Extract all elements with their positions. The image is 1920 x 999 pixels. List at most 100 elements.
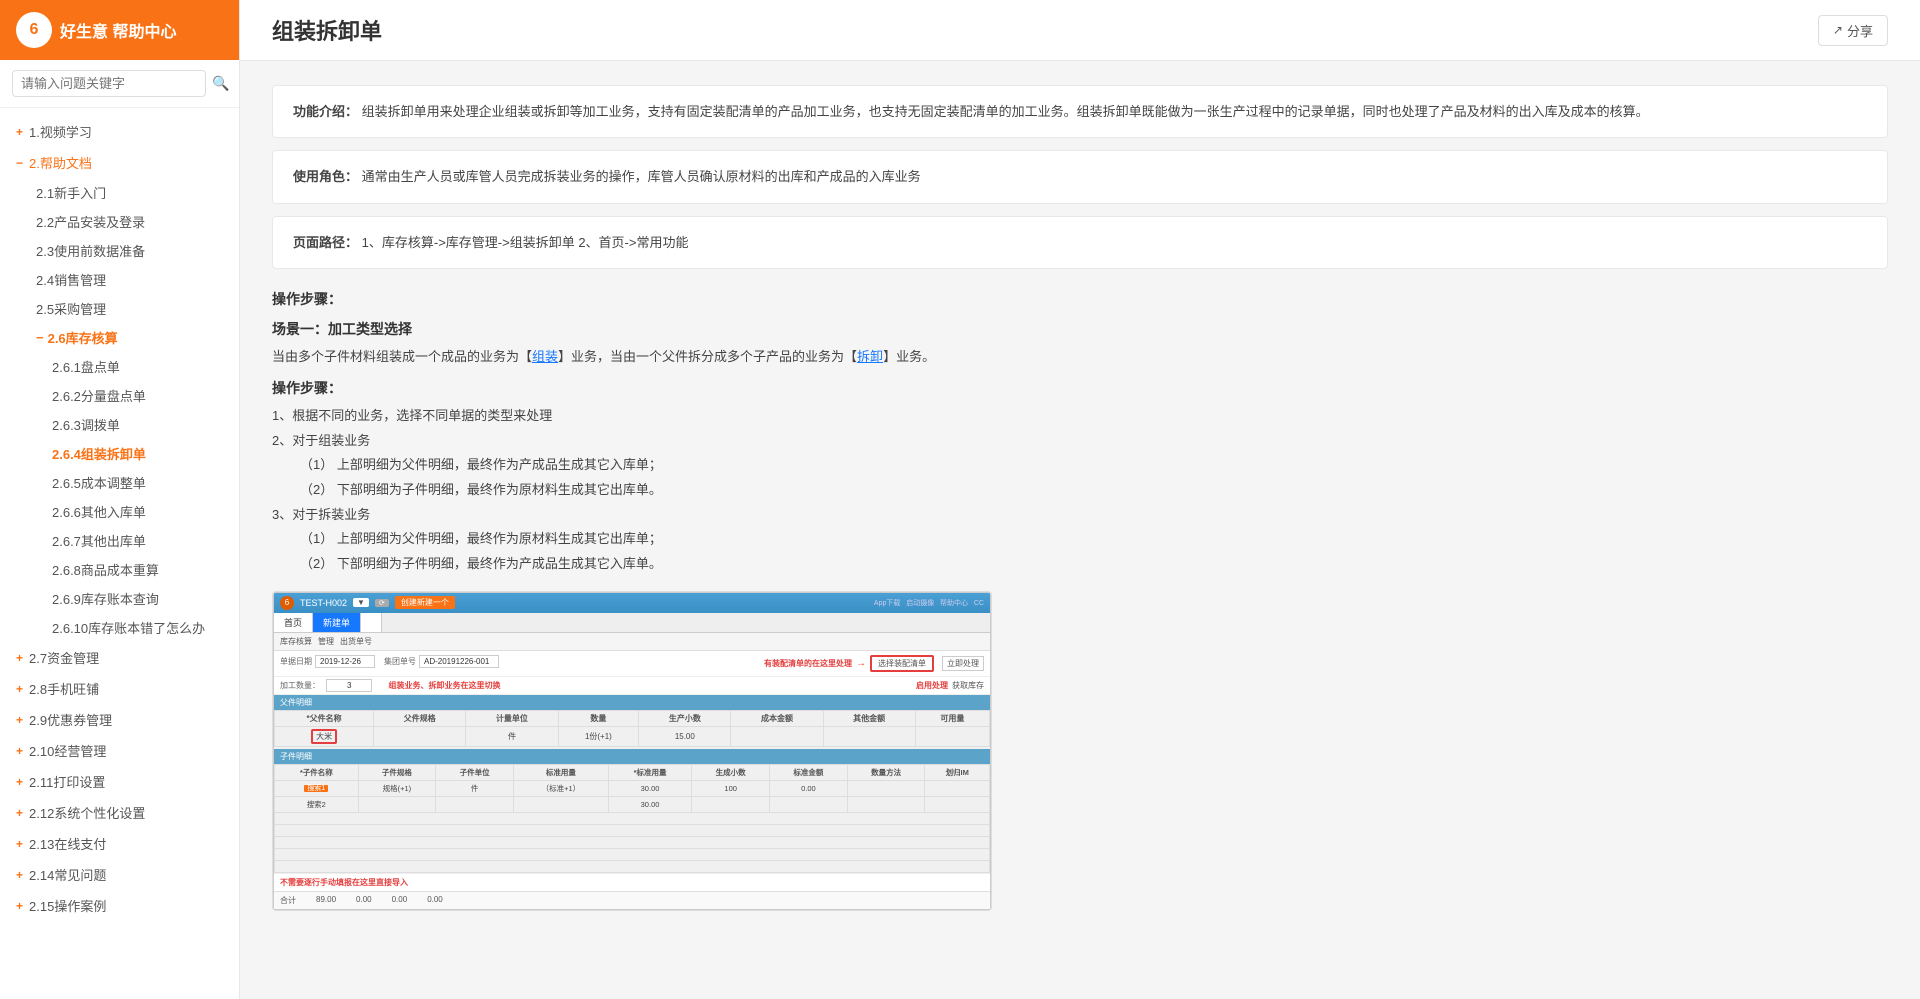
step-3-1: （1） 上部明细为父件明细，最终作为原材料生成其它出库单； [300, 527, 1888, 552]
sidebar-item-2-6-9[interactable]: 2.6.9库存账本查询 [0, 584, 239, 613]
mock-order-label: 集团单号 [384, 656, 416, 667]
mock-th-1-5: 生产小数 [639, 710, 731, 726]
mock-app-bar-right: App下载 启动摄像 帮助中心 CC [874, 598, 984, 608]
mock-td-2-1-8 [847, 780, 925, 796]
sidebar-item-2-3[interactable]: 2.3使用前数据准备 [0, 236, 239, 265]
expand-icon-2-7: + [16, 651, 23, 665]
share-button[interactable]: ↗ 分享 [1818, 15, 1888, 46]
sidebar-item-2-4[interactable]: 2.4销售管理 [0, 265, 239, 294]
sidebar-item-2-7[interactable]: + 2.7资金管理 [0, 642, 239, 673]
mock-logo: 6 [280, 596, 294, 610]
mock-td-2-1-4: （标准+1） [513, 780, 608, 796]
sidebar-item-2-13[interactable]: + 2.13在线支付 [0, 828, 239, 859]
sidebar-item-2-15[interactable]: + 2.15操作案例 [0, 890, 239, 921]
mock-table-row-2-5 [275, 836, 990, 848]
mock-th-2-7: 标准金额 [770, 764, 848, 780]
mock-td-2-2-9 [925, 796, 990, 812]
mock-tab-new[interactable]: 新建单 [313, 613, 361, 632]
expand-icon-2-9: + [16, 713, 23, 727]
sidebar-item-2-12[interactable]: + 2.12系统个性化设置 [0, 797, 239, 828]
sidebar-item-2-6[interactable]: − 2.6库存核算 [0, 323, 239, 352]
sidebar-item-2-6-10[interactable]: 2.6.10库存账本错了怎么办 [0, 613, 239, 642]
operation-title: 操作步骤： [272, 289, 1888, 309]
expand-icon-2-15: + [16, 899, 23, 913]
sidebar-item-2-9[interactable]: + 2.9优惠券管理 [0, 704, 239, 735]
mock-confirm-btn[interactable]: 立即处理 [942, 656, 984, 671]
sidebar-item-2-14[interactable]: + 2.14常见问题 [0, 859, 239, 890]
mock-tab-home[interactable]: 首页 [274, 613, 313, 632]
mock-td-1-1-7 [823, 726, 915, 746]
mock-td-1-1-4: 1份(+1) [558, 726, 639, 746]
mock-th-2-5: *标准用量 [608, 764, 692, 780]
nav-label-2-14: 2.14常见问题 [29, 865, 106, 884]
nav-label-1: 1.视频学习 [29, 122, 92, 141]
mock-td-2-2-1: 搜索2 [275, 796, 359, 812]
step-3-2: （2） 下部明细为子件明细，最终作为产成品生成其它入库单。 [300, 552, 1888, 577]
sidebar-item-2-8[interactable]: + 2.8手机旺铺 [0, 673, 239, 704]
mock-td-1-1-2 [374, 726, 466, 746]
mock-td-2-1-3: 件 [436, 780, 514, 796]
sidebar-item-2-6-8[interactable]: 2.6.8商品成本重算 [0, 555, 239, 584]
sidebar-item-2-6-3[interactable]: 2.6.3调拨单 [0, 410, 239, 439]
sidebar-header: 6 好生意 帮助中心 [0, 0, 239, 60]
link-disassemble[interactable]: 拆卸 [857, 349, 883, 364]
sidebar-item-2-6-5[interactable]: 2.6.5成本调整单 [0, 468, 239, 497]
mock-footer: 合计 89.00 0.00 0.00 0.00 [274, 891, 990, 909]
search-input[interactable] [12, 70, 206, 97]
mock-icons-right: App下载 启动摄像 帮助中心 CC [874, 598, 984, 608]
expand-icon-2-10: + [16, 744, 23, 758]
sidebar-item-2-6-6[interactable]: 2.6.6其他入库单 [0, 497, 239, 526]
main-content: 组装拆卸单 ↗ 分享 功能介绍： 组装拆卸单用来处理企业组装或拆卸等加工业务，支… [240, 0, 1920, 999]
mock-footer-val-3: 0.00 [392, 895, 408, 906]
sidebar-item-2-1[interactable]: 2.1新手入门 [0, 178, 239, 207]
mock-th-1-6: 成本金额 [731, 710, 823, 726]
mock-footer-val-2: 0.00 [356, 895, 372, 906]
mock-th-1-7: 其他金额 [823, 710, 915, 726]
sidebar-item-2-11[interactable]: + 2.11打印设置 [0, 766, 239, 797]
sidebar-item-2-6-2[interactable]: 2.6.2分量盘点单 [0, 381, 239, 410]
nav-label-2-10: 2.10经营管理 [29, 741, 106, 760]
feature-text: 组装拆卸单用来处理企业组装或拆卸等加工业务，支持有固定装配清单的产品加工业务，也… [362, 104, 1649, 119]
search-icon[interactable]: 🔍 [212, 75, 229, 92]
share-icon: ↗ [1833, 23, 1843, 37]
mock-right-annotation-container: 启用处理 获取库存 [916, 680, 984, 691]
nav-label-2-13: 2.13在线支付 [29, 834, 106, 853]
nav-label-2: 2.帮助文档 [29, 153, 92, 172]
sidebar-item-2-5[interactable]: 2.5采购管理 [0, 294, 239, 323]
mock-tab-3[interactable] [361, 613, 382, 632]
sidebar-item-1[interactable]: + 1.视频学习 [0, 116, 239, 147]
mock-th-1-2: 父件规格 [374, 710, 466, 726]
mock-td-empty-6 [275, 848, 990, 860]
mock-order-value: AD-20191226-001 [419, 655, 499, 668]
sidebar-item-2-6-4[interactable]: 2.6.4组装拆卸单 [0, 439, 239, 468]
mock-app-bar: 6 TEST-H002 ▼ ⟳ 创建新建一个 App下载 启动摄像 帮助中心 C… [274, 593, 990, 613]
mock-stock-btn[interactable]: 获取库存 [952, 680, 984, 691]
mock-th-2-9: 划归IM [925, 764, 990, 780]
role-label: 使用角色： [293, 169, 358, 184]
sidebar: 6 好生意 帮助中心 🔍 + 1.视频学习 − 2.帮助文档 2.1新手入门 2… [0, 0, 240, 999]
link-assemble[interactable]: 组装 [532, 349, 558, 364]
sidebar-item-2-2[interactable]: 2.2产品安装及登录 [0, 207, 239, 236]
logo-icon: 6 [16, 12, 52, 48]
mock-table-row-2-7 [275, 860, 990, 872]
main-header: 组装拆卸单 ↗ 分享 [240, 0, 1920, 61]
nav-label-2-12: 2.12系统个性化设置 [29, 803, 145, 822]
mock-td-empty-4 [275, 824, 990, 836]
mock-qty-row: 加工数量： 3 组装业务、拆卸业务在这里切换 启用处理 获取库存 [274, 677, 990, 695]
mock-table-header-row-1: *父件名称 父件规格 计量单位 数量 生产小数 成本金额 其他金额 可用量 [275, 710, 990, 726]
mock-refresh-icon: ⟳ [375, 599, 389, 607]
mock-td-1-1-1: 大米 [275, 726, 374, 746]
mock-bottom-annotation-row: 不需要逐行手动填报在这里直接导入 [274, 873, 990, 891]
sidebar-item-2-10[interactable]: + 2.10经营管理 [0, 735, 239, 766]
mock-table-section1: *父件名称 父件规格 计量单位 数量 生产小数 成本金额 其他金额 可用量 [274, 710, 990, 747]
sidebar-item-2[interactable]: − 2.帮助文档 [0, 147, 239, 178]
mock-table-row-1-1: 大米 件 1份(+1) 15.00 [275, 726, 990, 746]
nav-tree: + 1.视频学习 − 2.帮助文档 2.1新手入门 2.2产品安装及登录 2.3… [0, 108, 239, 999]
mock-td-2-2-2 [358, 796, 436, 812]
nav-label-2-8: 2.8手机旺铺 [29, 679, 99, 698]
mock-assembly-btn[interactable]: 选择装配清单 [870, 655, 934, 672]
step-1: 1、根据不同的业务，选择不同单据的类型来处理 [272, 404, 1888, 429]
sidebar-item-2-6-7[interactable]: 2.6.7其他出库单 [0, 526, 239, 555]
sidebar-item-2-6-1[interactable]: 2.6.1盘点单 [0, 352, 239, 381]
mock-table-header-row-2: *子件名称 子件规格 子件单位 标准用量 *标准用量 生成小数 标准金额 数量方… [275, 764, 990, 780]
